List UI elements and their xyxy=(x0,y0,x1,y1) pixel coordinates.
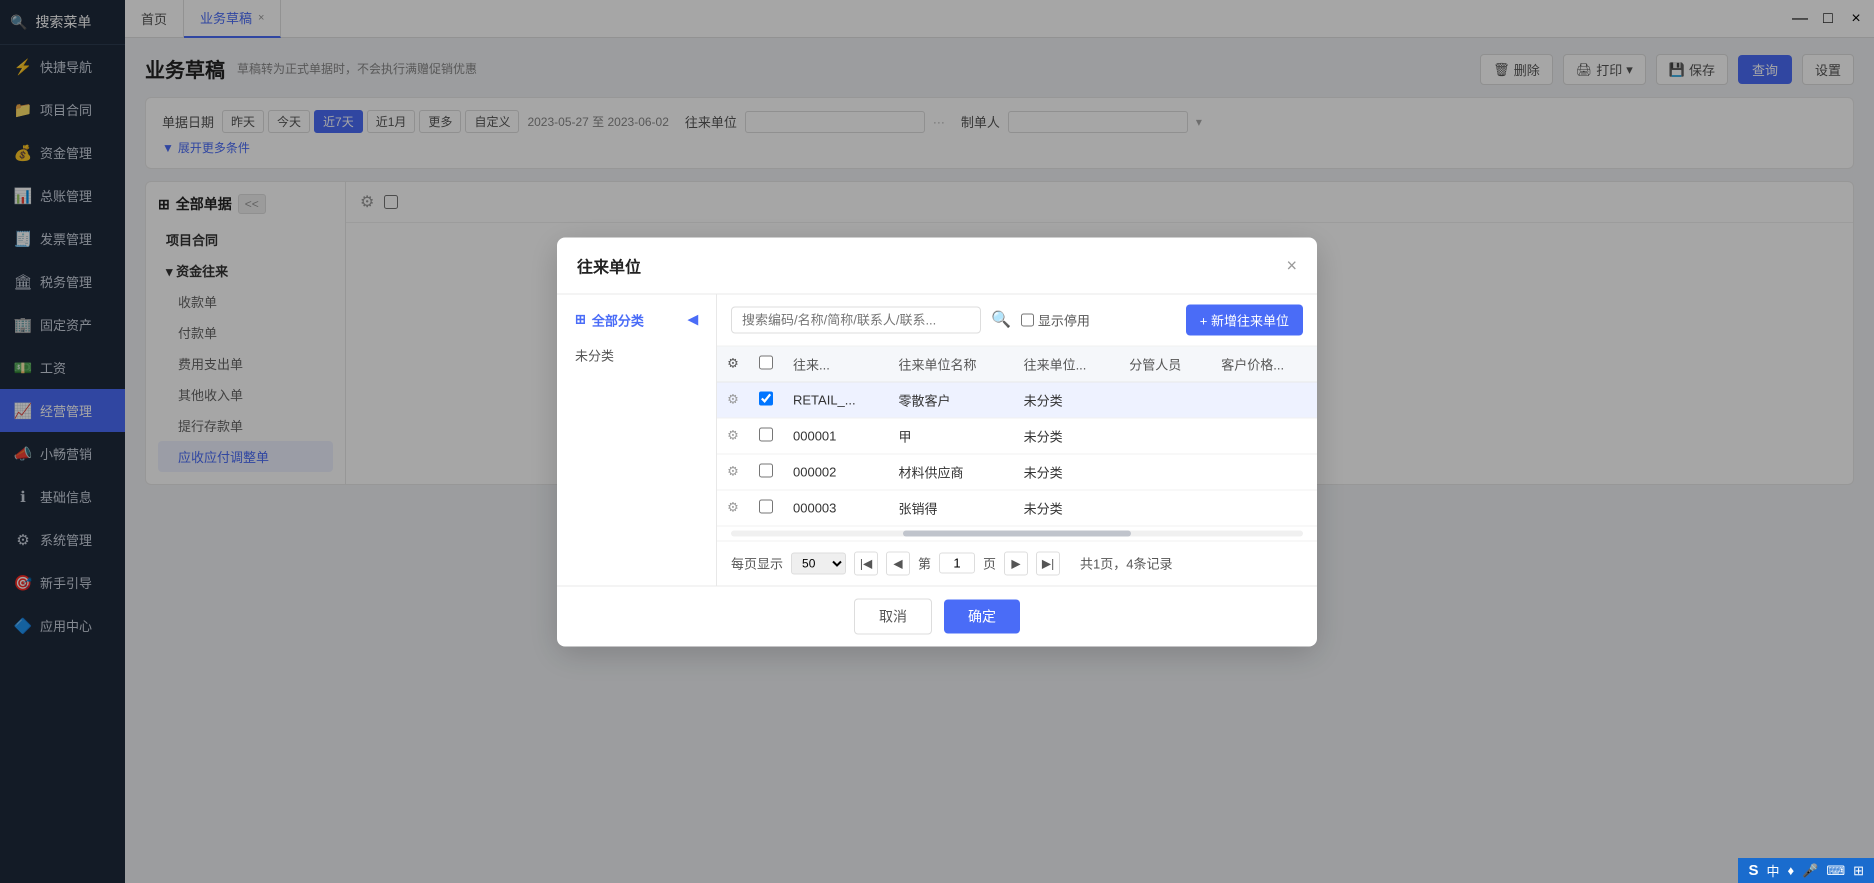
row-checkbox[interactable] xyxy=(759,391,773,405)
statusbar: S 中 ♦ 🎤 ⌨ ⊞ xyxy=(1738,858,1874,883)
pagination: 每页显示 50 20 100 |◀ ◀ 第 页 ▶ ▶| 共1页，4条记录 xyxy=(717,540,1317,585)
confirm-button[interactable]: 确定 xyxy=(944,599,1020,633)
row-gear: ⚙ xyxy=(717,454,749,490)
row-manager xyxy=(1119,454,1211,490)
show-disabled-label[interactable]: 显示停用 xyxy=(1021,310,1090,329)
table-row[interactable]: ⚙ 000003 张销得 未分类 xyxy=(717,490,1317,526)
row-checkbox[interactable] xyxy=(759,499,773,513)
page-size-select[interactable]: 50 20 100 xyxy=(791,552,846,574)
collapse-arrow-icon: ◀ xyxy=(688,312,698,328)
row-price-level xyxy=(1211,490,1317,526)
row-checkbox[interactable] xyxy=(759,427,773,441)
page-input[interactable] xyxy=(939,553,975,574)
modal-tree: ⊞ 全部分类 ◀ 未分类 xyxy=(557,294,717,585)
row-gear: ⚙ xyxy=(717,418,749,454)
row-gear: ⚙ xyxy=(717,382,749,418)
modal-footer: 取消 确定 xyxy=(557,585,1317,646)
row-checkbox-cell xyxy=(749,454,783,490)
row-gear: ⚙ xyxy=(717,490,749,526)
row-price-level xyxy=(1211,418,1317,454)
grid-icon: ⊞ xyxy=(575,312,586,328)
row-checkbox-cell xyxy=(749,418,783,454)
total-records: 共1页，4条记录 xyxy=(1080,554,1172,573)
table-header-row: ⚙ 往来... 往来单位名称 往来单位... xyxy=(717,346,1317,382)
page-last-btn[interactable]: ▶| xyxy=(1036,551,1060,575)
cancel-button[interactable]: 取消 xyxy=(854,598,932,634)
row-code: 000001 xyxy=(783,418,888,454)
horizontal-scrollbar[interactable] xyxy=(731,530,1303,536)
col-code-header: 往来... xyxy=(783,346,888,382)
row-category: 未分类 xyxy=(1014,382,1120,418)
col-check xyxy=(749,346,783,382)
status-dot: ♦ xyxy=(1788,863,1795,878)
row-code: 000003 xyxy=(783,490,888,526)
row-category: 未分类 xyxy=(1014,418,1120,454)
modal-right: 🔍 显示停用 + 新增往来单位 ⚙ xyxy=(717,294,1317,585)
mic-icon: 🎤 xyxy=(1802,863,1818,879)
modal-close-button[interactable]: × xyxy=(1286,256,1297,274)
modal-tree-uncategorized[interactable]: 未分类 xyxy=(567,339,706,370)
modal-tree-item-label: 未分类 xyxy=(575,348,614,363)
modal-search-input[interactable] xyxy=(731,306,981,333)
partner-modal: 往来单位 × ⊞ 全部分类 ◀ 未分类 🔍 显示停用 xyxy=(557,237,1317,646)
keyboard-icon: ⌨ xyxy=(1826,863,1845,879)
status-text: 中 xyxy=(1766,861,1779,880)
show-disabled-text: 显示停用 xyxy=(1038,310,1090,329)
page-next-btn[interactable]: ▶ xyxy=(1004,551,1028,575)
row-code: RETAIL_... xyxy=(783,382,888,418)
modal-tree-all[interactable]: ⊞ 全部分类 ◀ xyxy=(567,304,706,335)
row-name: 零散客户 xyxy=(888,382,1013,418)
page-first-btn[interactable]: |◀ xyxy=(854,551,878,575)
brand-icon: S xyxy=(1748,862,1758,879)
page-label: 第 xyxy=(918,554,931,573)
modal-search-bar: 🔍 显示停用 + 新增往来单位 xyxy=(717,294,1317,346)
page-unit: 页 xyxy=(983,554,996,573)
row-category: 未分类 xyxy=(1014,454,1120,490)
search-icon: 🔍 xyxy=(991,310,1011,330)
row-price-level xyxy=(1211,382,1317,418)
modal-header: 往来单位 × xyxy=(557,237,1317,294)
add-partner-label: + 新增往来单位 xyxy=(1200,310,1289,329)
scrollbar-thumb xyxy=(903,530,1132,536)
col-manager-header: 分管人员 xyxy=(1119,346,1211,382)
row-name: 材料供应商 xyxy=(888,454,1013,490)
row-checkbox-cell xyxy=(749,490,783,526)
row-checkbox[interactable] xyxy=(759,463,773,477)
col-gear: ⚙ xyxy=(717,346,749,382)
add-partner-button[interactable]: + 新增往来单位 xyxy=(1186,304,1303,335)
row-name: 张销得 xyxy=(888,490,1013,526)
table-row[interactable]: ⚙ 000001 甲 未分类 xyxy=(717,418,1317,454)
table-row[interactable]: ⚙ RETAIL_... 零散客户 未分类 xyxy=(717,382,1317,418)
row-price-level xyxy=(1211,454,1317,490)
show-disabled-checkbox[interactable] xyxy=(1021,313,1034,326)
modal-tree-all-label: 全部分类 xyxy=(592,310,644,329)
table-select-all[interactable] xyxy=(759,355,773,369)
row-name: 甲 xyxy=(888,418,1013,454)
per-page-label: 每页显示 xyxy=(731,554,783,573)
table-row[interactable]: ⚙ 000002 材料供应商 未分类 xyxy=(717,454,1317,490)
row-manager xyxy=(1119,418,1211,454)
page-prev-btn[interactable]: ◀ xyxy=(886,551,910,575)
row-code: 000002 xyxy=(783,454,888,490)
partner-table: ⚙ 往来... 往来单位名称 往来单位... xyxy=(717,346,1317,526)
col-category-header: 往来单位... xyxy=(1014,346,1120,382)
row-manager xyxy=(1119,490,1211,526)
grid-icon: ⊞ xyxy=(1853,863,1864,879)
row-category: 未分类 xyxy=(1014,490,1120,526)
modal-table: ⚙ 往来... 往来单位名称 往来单位... xyxy=(717,346,1317,540)
row-manager xyxy=(1119,382,1211,418)
col-price-header: 客户价格... xyxy=(1211,346,1317,382)
row-checkbox-cell xyxy=(749,382,783,418)
col-name-header: 往来单位名称 xyxy=(888,346,1013,382)
modal-body: ⊞ 全部分类 ◀ 未分类 🔍 显示停用 + 新增往来单位 xyxy=(557,294,1317,585)
modal-title: 往来单位 xyxy=(577,253,641,277)
